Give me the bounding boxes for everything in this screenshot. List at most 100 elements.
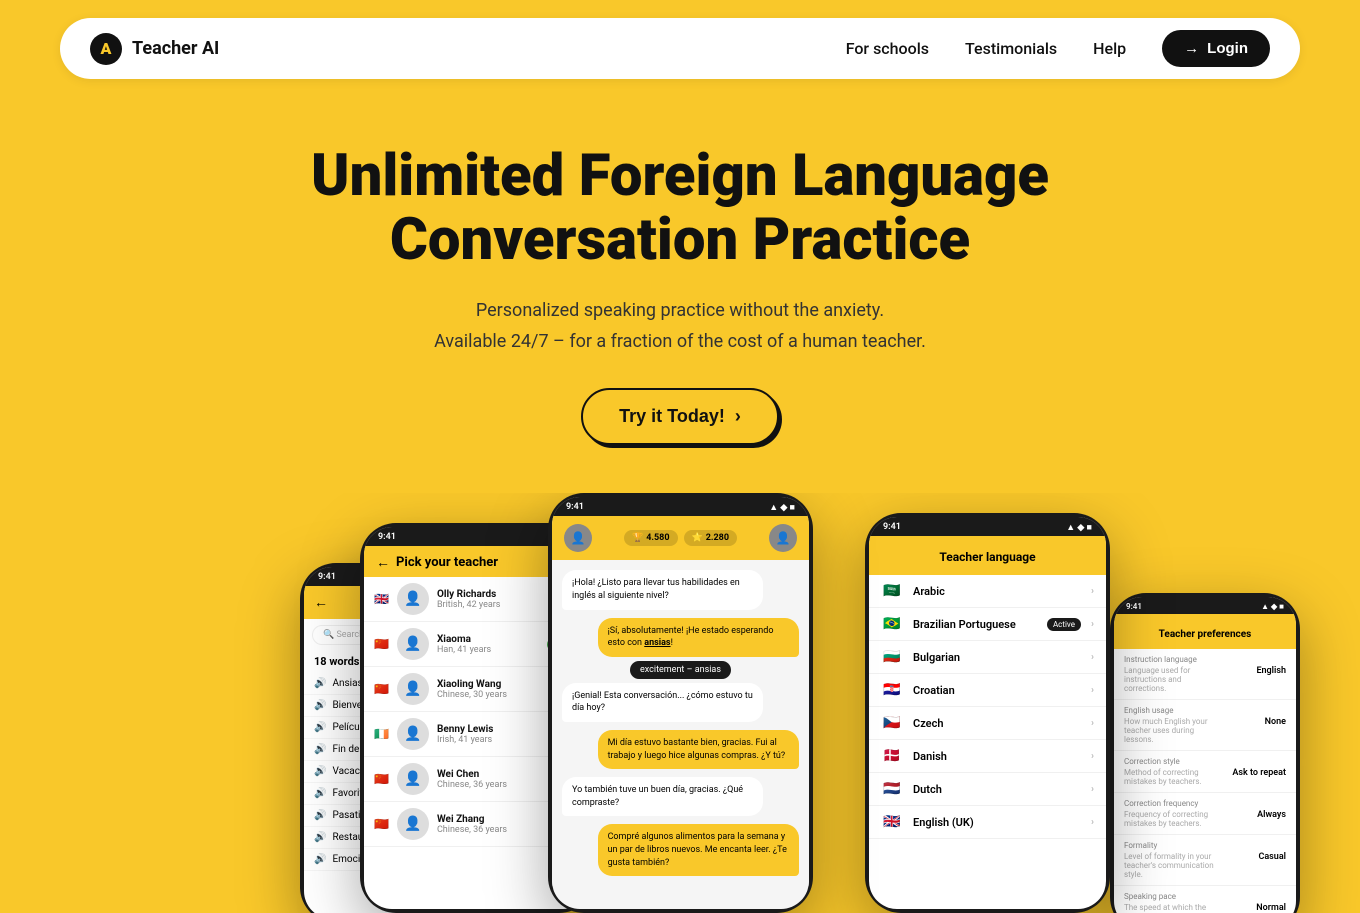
speaker-icon[interactable]: 🔊 (314, 700, 326, 711)
avatar: 👤 (397, 583, 429, 615)
cta-chevron-icon: › (735, 406, 741, 427)
chevron-icon: › (1091, 751, 1094, 762)
nav-for-schools[interactable]: For schools (846, 39, 929, 58)
language-item[interactable]: 🇸🇦 Arabic › (869, 575, 1106, 608)
language-item[interactable]: 🇨🇿 Czech › (869, 707, 1106, 740)
hero-subtitle1: Personalized speaking practice without t… (20, 297, 1340, 326)
flag-icon: 🇨🇿 (881, 715, 903, 731)
hero-section: Unlimited Foreign Language Conversation … (0, 97, 1360, 445)
speaker-icon[interactable]: 🔊 (314, 722, 326, 733)
nav-help[interactable]: Help (1093, 39, 1126, 58)
phone-preferences: 9:41 ▲ ◆ ■ Teacher preferences Instructi… (1110, 593, 1300, 913)
phone-conversation: 9:41 ▲ ◆ ■ 👤 🏆 4.580 ⭐ 2.280 👤 ¡Hola (548, 493, 813, 913)
preference-item: Correction style Method of correcting mi… (1114, 751, 1296, 793)
nav-links: For schools Testimonials Help → Login (846, 30, 1270, 67)
speaker-icon[interactable]: 🔊 (314, 854, 326, 865)
speaker-icon[interactable]: 🔊 (314, 832, 326, 843)
flag-icon: 🇧🇷 (881, 616, 903, 632)
status-bar-conv: 9:41 ▲ ◆ ■ (552, 497, 809, 516)
flag-icon: 🇩🇰 (881, 748, 903, 764)
pref-value: Language used for instructions and corre… (1124, 666, 1286, 693)
logo-text: Teacher AI (132, 38, 219, 59)
status-bar-pref: 9:41 ▲ ◆ ■ (1114, 597, 1296, 614)
pref-label: Formality (1124, 841, 1286, 850)
flag-icon: 🇳🇱 (881, 781, 903, 797)
chat-message: ¡Genial! Esta conversación... ¿cómo estu… (562, 683, 763, 722)
cta-button[interactable]: Try it Today! › (581, 388, 779, 445)
avatar: 👤 (397, 763, 429, 795)
pref-sublabel: The speed at which the teacher speaks du… (1124, 903, 1224, 913)
status-bar-lang: 9:41 ▲ ◆ ■ (869, 517, 1106, 536)
nav-testimonials[interactable]: Testimonials (965, 39, 1057, 58)
logo-icon: A (90, 33, 122, 65)
avatar: 👤 (397, 673, 429, 705)
language-item[interactable]: 🇩🇰 Danish › (869, 740, 1106, 773)
flag-icon: 🇬🇧 (374, 592, 389, 606)
pref-setting: English (1256, 666, 1286, 693)
score-badges: 🏆 4.580 ⭐ 2.280 (624, 530, 737, 546)
chevron-icon: › (1091, 685, 1094, 696)
speaker-icon[interactable]: 🔊 (314, 744, 326, 755)
chat-message: ¡Hola! ¿Listo para llevar tus habilidade… (562, 570, 763, 609)
language-name: English (UK) (913, 816, 1081, 829)
preference-item: Speaking pace The speed at which the tea… (1114, 886, 1296, 913)
flag-icon: 🇨🇳 (374, 772, 389, 786)
pref-sublabel: Frequency of correcting mistakes by teac… (1124, 810, 1224, 828)
teacher-name: Xiaoma (437, 634, 539, 645)
phones-showcase: 9:41 ▲ ◆ ■ ← I learn ≡ 🔍 Search 18 words… (0, 493, 1360, 913)
pref-value: Frequency of correcting mistakes by teac… (1124, 810, 1286, 828)
speaker-icon[interactable]: 🔊 (314, 788, 326, 799)
back-icon[interactable]: ← (314, 594, 328, 611)
language-item[interactable]: 🇬🇧 English (UK) › (869, 806, 1106, 839)
pref-label: Speaking pace (1124, 892, 1286, 901)
preferences-header: Teacher preferences (1114, 614, 1296, 649)
teacher-meta: Han, 41 years (437, 645, 539, 655)
pref-setting: Casual (1258, 852, 1286, 879)
chevron-icon: › (1091, 652, 1094, 663)
avatar: 👤 (397, 718, 429, 750)
pref-setting: Always (1257, 810, 1286, 828)
teacher-info: Xiaoma Han, 41 years (437, 634, 539, 655)
preferences-list: Instruction language Language used for i… (1114, 649, 1296, 913)
teacher-avatar-conv: 👤 (564, 524, 592, 552)
speaker-icon[interactable]: 🔊 (314, 810, 326, 821)
conversation-header: 👤 🏆 4.580 ⭐ 2.280 👤 (552, 516, 809, 560)
preference-item: English usage How much English your teac… (1114, 700, 1296, 751)
language-name: Dutch (913, 783, 1081, 796)
pref-label: Correction frequency (1124, 799, 1286, 808)
pref-value: The speed at which the teacher speaks du… (1124, 903, 1286, 913)
flag-icon: 🇧🇬 (881, 649, 903, 665)
language-item[interactable]: 🇧🇷 Brazilian Portuguese Active › (869, 608, 1106, 641)
language-item[interactable]: 🇧🇬 Bulgarian › (869, 641, 1106, 674)
hero-subtitle2: Available 24/7 – for a fraction of the c… (20, 331, 1340, 352)
speaker-icon[interactable]: 🔊 (314, 678, 326, 689)
flag-icon: 🇭🇷 (881, 682, 903, 698)
language-name: Danish (913, 750, 1081, 763)
language-item[interactable]: 🇭🇷 Croatian › (869, 674, 1106, 707)
language-item[interactable]: 🇳🇱 Dutch › (869, 773, 1106, 806)
pref-label: Correction style (1124, 757, 1286, 766)
logo[interactable]: A Teacher AI (90, 33, 219, 65)
pref-value: How much English your teacher uses durin… (1124, 717, 1286, 744)
preference-item: Correction frequency Frequency of correc… (1114, 793, 1296, 835)
back-icon-teachers[interactable]: ← (376, 554, 390, 571)
chevron-icon: › (1091, 586, 1094, 597)
flag-icon: 🇸🇦 (881, 583, 903, 599)
login-button[interactable]: → Login (1162, 30, 1270, 67)
language-name: Arabic (913, 585, 1081, 598)
flag-icon: 🇨🇳 (374, 682, 389, 696)
pref-value: Method of correcting mistakes by teacher… (1124, 768, 1286, 786)
language-name: Bulgarian (913, 651, 1081, 664)
language-list-header: Teacher language (869, 536, 1106, 575)
pref-label: Instruction language (1124, 655, 1286, 664)
active-badge: Active (1047, 618, 1081, 631)
speaker-icon[interactable]: 🔊 (314, 766, 326, 777)
chat-message: Compré algunos alimentos para la semana … (598, 824, 799, 876)
chevron-icon: › (1091, 718, 1094, 729)
avatar: 👤 (397, 628, 429, 660)
flag-icon: 🇨🇳 (374, 817, 389, 831)
preference-item: Instruction language Language used for i… (1114, 649, 1296, 700)
pref-sublabel: Level of formality in your teacher's com… (1124, 852, 1224, 879)
score-badge-1: 🏆 4.580 (624, 530, 677, 546)
pref-sublabel: Language used for instructions and corre… (1124, 666, 1224, 693)
